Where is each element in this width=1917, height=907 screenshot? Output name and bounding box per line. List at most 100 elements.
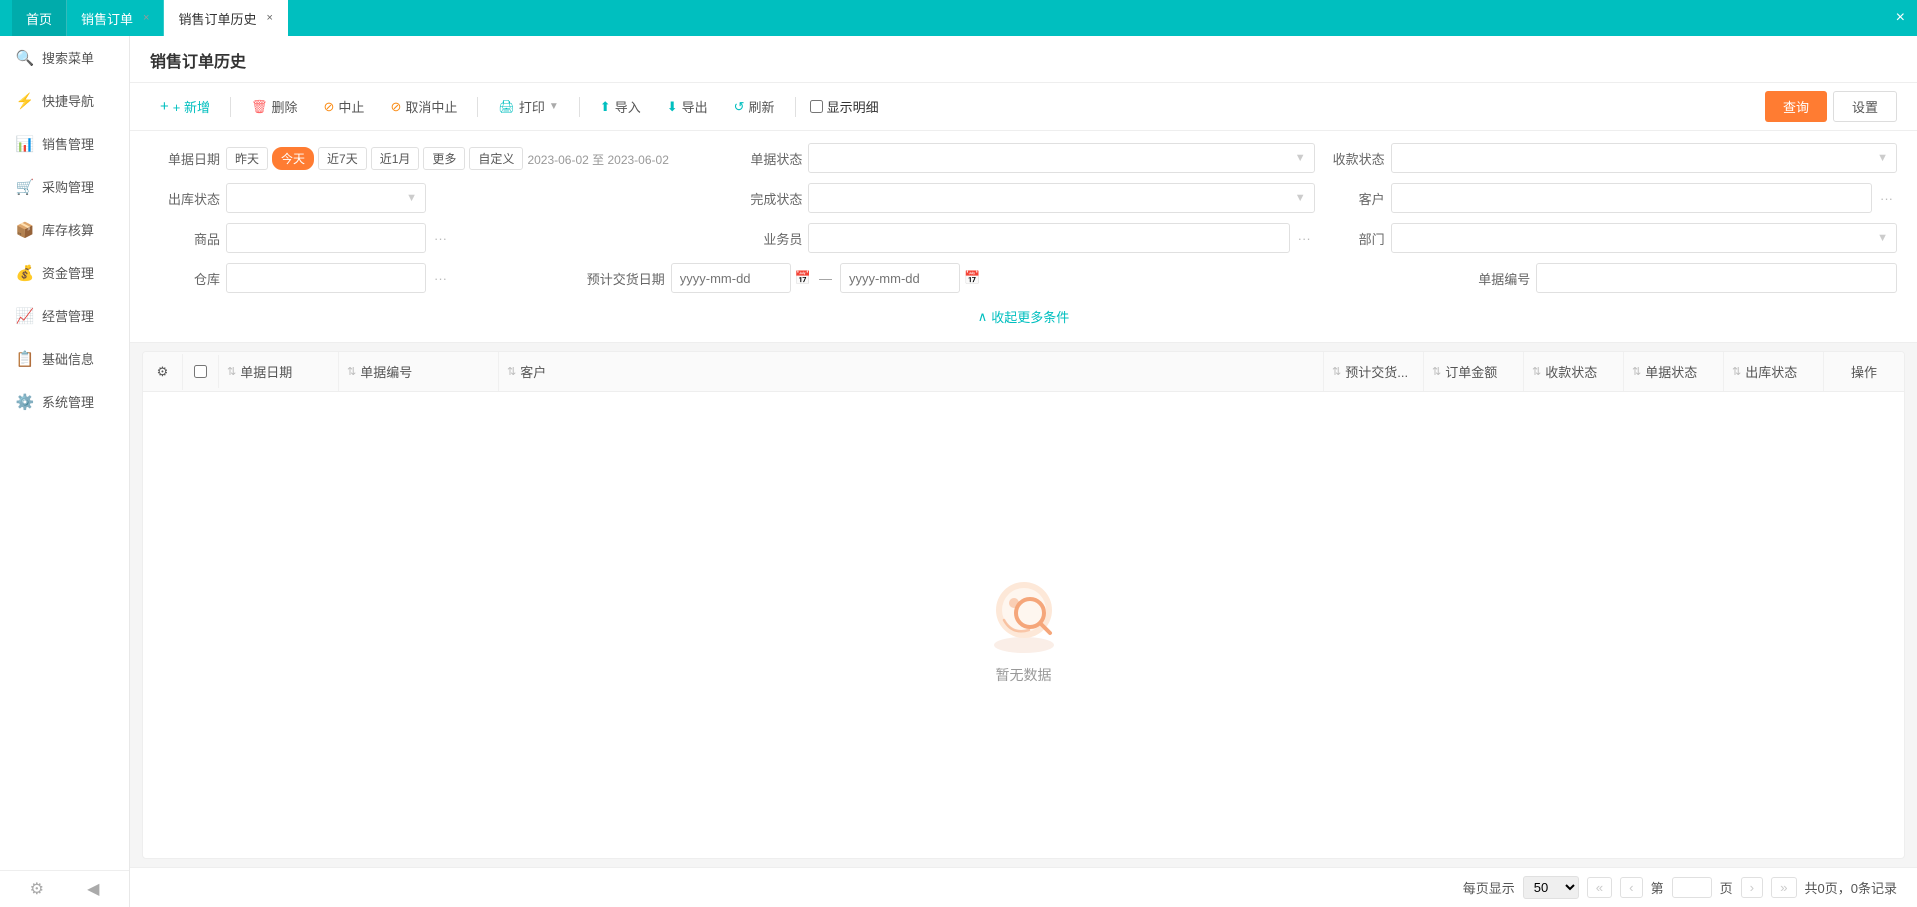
filter-customer: 客户 ··· [1315,183,1897,213]
filter-delivery-date: 预计交货日期 📅 — 📅 [587,263,1461,293]
stop-button[interactable]: ⊘ 中止 [314,92,375,121]
th-delivery: ⇅ 预计交货... [1324,352,1424,391]
sidebar-collapse-icon[interactable]: ◀ [87,879,99,899]
product-more-icon[interactable]: ··· [430,231,451,246]
sort-delivery-icon[interactable]: ⇅ [1332,365,1341,378]
collapse-btn[interactable]: ∧ 收起更多条件 [150,303,1897,330]
sidebar-item-quicknav[interactable]: ⚡ 快捷导航 [0,79,129,122]
sidebar-item-search[interactable]: 🔍 搜索菜单 [0,36,129,79]
doc-status-select[interactable]: ▼ [808,143,1314,173]
sort-out-icon[interactable]: ⇅ [1732,365,1741,378]
delivery-date-start[interactable] [671,263,791,293]
setting-button[interactable]: 设置 [1833,91,1897,122]
next-page-btn[interactable]: › [1741,877,1763,898]
export-button[interactable]: ⬇ 导出 [657,92,718,121]
product-input[interactable] [226,223,426,253]
date-range: 2023-06-02 至 2023-06-02 [527,151,668,168]
divider-3 [579,97,580,117]
th-out-status: ⇅ 出库状态 [1724,352,1824,391]
sort-num-icon[interactable]: ⇅ [347,365,356,378]
tab-home[interactable]: 首页 [12,0,67,36]
table-area: ⚙ ⇅ 单据日期 ⇅ 单据编号 ⇅ 客户 ⇅ [142,351,1905,859]
calendar-start-icon[interactable]: 📅 [795,270,811,286]
customer-input[interactable] [1391,183,1872,213]
doc-num-input[interactable] [1536,263,1897,293]
filter-doc-status: 单据状态 ▼ [732,143,1314,173]
customer-more-icon[interactable]: ··· [1876,191,1897,206]
sidebar-item-sales[interactable]: 📊 销售管理 [0,122,129,165]
salesperson-input[interactable] [808,223,1289,253]
filter-complete-status: 完成状态 ▼ [732,183,1314,213]
tab-sales-order-history[interactable]: 销售订单历史 × [164,0,287,36]
sidebar-item-finance[interactable]: 💰 资金管理 [0,251,129,294]
filter-out-status: 出库状态 ▼ [150,183,732,213]
date-btn-today[interactable]: 今天 [272,147,314,170]
out-status-arrow: ▼ [406,192,417,204]
tab-sales-order-close[interactable]: × [143,12,149,24]
out-status-select[interactable]: ▼ [226,183,426,213]
query-button[interactable]: 查询 [1765,91,1827,122]
last-page-btn[interactable]: » [1771,877,1796,898]
window-close-btn[interactable]: × [1896,9,1905,27]
filter-row-4: 仓库 ··· 预计交货日期 📅 — 📅 [150,263,1897,293]
filter-warehouse: 仓库 ··· [150,263,587,293]
th-doc-status: ⇅ 单据状态 [1624,352,1724,391]
sidebar-item-purchase[interactable]: 🛒 采购管理 [0,165,129,208]
date-btn-yesterday[interactable]: 昨天 [226,147,268,170]
quick-nav-icon: ⚡ [16,92,34,110]
dept-label: 部门 [1315,229,1385,248]
page-size-select[interactable]: 50 10 20 100 [1523,876,1579,899]
th-checkbox[interactable] [183,355,219,388]
sidebar-item-operations[interactable]: 📈 经营管理 [0,294,129,337]
calendar-end-icon[interactable]: 📅 [964,270,980,286]
sidebar-item-sales-label: 销售管理 [42,134,94,153]
delete-button[interactable]: 🗑 删除 [241,92,308,121]
divider-1 [230,97,231,117]
sort-customer-icon[interactable]: ⇅ [507,365,516,378]
empty-state: 暂无数据 [143,392,1904,858]
date-btn-last1m[interactable]: 近1月 [371,147,420,170]
salesperson-more-icon[interactable]: ··· [1294,231,1315,246]
prev-page-btn[interactable]: ‹ [1620,877,1642,898]
th-settings[interactable]: ⚙ [143,354,183,390]
sales-icon: 📊 [16,135,34,153]
select-all-checkbox[interactable] [194,365,207,378]
sort-date-icon[interactable]: ⇅ [227,365,236,378]
pay-status-control: ▼ [1391,143,1897,173]
warehouse-input[interactable] [226,263,426,293]
dept-select[interactable]: ▼ [1391,223,1897,253]
table-settings-icon[interactable]: ⚙ [157,364,169,380]
print-button[interactable]: 🖨 打印 ▼ [488,92,568,121]
add-button[interactable]: + + 新增 [150,92,220,121]
delivery-date-label: 预计交货日期 [587,269,665,288]
sort-doc-icon[interactable]: ⇅ [1632,365,1641,378]
salesperson-control: ··· [808,223,1314,253]
sidebar-item-inventory[interactable]: 📦 库存核算 [0,208,129,251]
sidebar-item-baseinfo[interactable]: 📋 基础信息 [0,337,129,380]
import-button[interactable]: ⬆ 导入 [590,92,651,121]
date-btn-more[interactable]: 更多 [423,147,465,170]
sidebar-settings-icon[interactable]: ⚙ [30,879,44,899]
page-input[interactable]: 1 [1672,877,1712,898]
warehouse-more-icon[interactable]: ··· [430,271,451,286]
customer-label: 客户 [1315,189,1385,208]
sort-pay-icon[interactable]: ⇅ [1532,365,1541,378]
date-btn-last7[interactable]: 近7天 [318,147,367,170]
pay-status-select[interactable]: ▼ [1391,143,1897,173]
top-bar-right: × [1896,9,1905,27]
print-icon: 🖨 [498,99,515,115]
complete-status-select[interactable]: ▼ [808,183,1314,213]
sidebar-item-system[interactable]: ⚙️ 系统管理 [0,380,129,423]
filter-doc-num: 单据编号 [1460,263,1897,293]
date-btn-custom[interactable]: 自定义 [469,147,523,170]
tab-sales-order[interactable]: 销售订单 × [67,0,164,36]
cancel-stop-button[interactable]: ⊘ 取消中止 [380,92,467,121]
refresh-button[interactable]: ↺ 刷新 [724,92,785,121]
sort-amount-icon[interactable]: ⇅ [1432,365,1441,378]
first-page-btn[interactable]: « [1587,877,1612,898]
show-detail-checkbox[interactable] [810,100,823,113]
tab-sales-order-history-close[interactable]: × [266,12,272,24]
show-detail-wrap: 显示明细 [810,97,879,116]
delivery-date-end[interactable] [840,263,960,293]
th-num: ⇅ 单据编号 [339,352,499,391]
